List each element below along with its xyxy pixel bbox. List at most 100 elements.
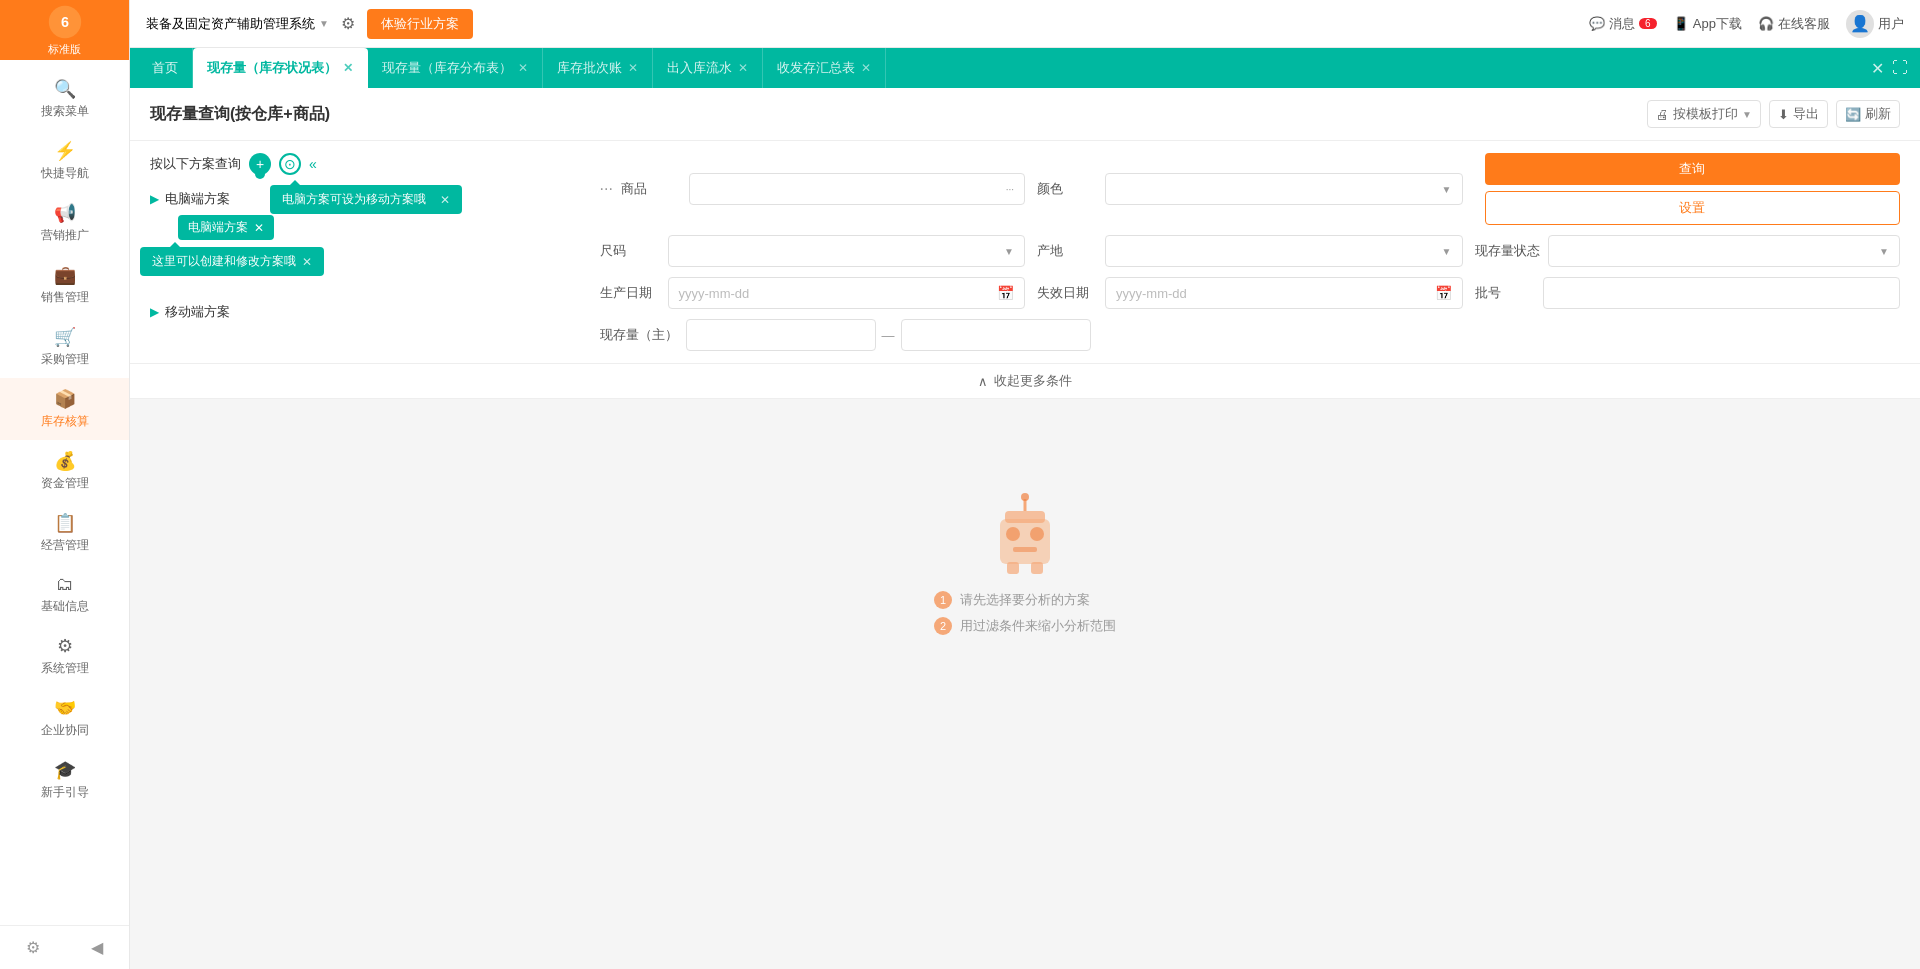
online-support-btn[interactable]: 🎧 在线客服	[1758, 15, 1830, 33]
sidebar-item-label: 新手引导	[41, 784, 89, 801]
filter-stock-status-select[interactable]: ▼	[1548, 235, 1901, 267]
sidebar-item-purchase[interactable]: 🛒 采购管理	[0, 316, 129, 378]
filter-header: 按以下方案查询 + ⊙ « 电脑方案可设为移动方案哦 ✕	[150, 153, 584, 175]
sidebar-item-stock[interactable]: 📦 库存核算	[0, 378, 129, 440]
collapse-sidebar-btn[interactable]: ◀	[91, 938, 103, 957]
message-icon: 💬	[1589, 16, 1605, 31]
scheme-tooltip-close-btn[interactable]: ✕	[440, 193, 450, 207]
close-tab-inout-flow[interactable]: ✕	[738, 61, 748, 75]
filter-stock-status: 现存量状态 ▼	[1475, 235, 1901, 267]
filter-label: 按以下方案查询	[150, 155, 241, 173]
filter-stock-main-min[interactable]	[686, 319, 876, 351]
sidebar-item-search[interactable]: 🔍 搜索菜单	[0, 68, 129, 130]
scheme-edit-tooltip-box: 这里可以创建和修改方案哦 ✕	[140, 247, 324, 276]
close-tab-recv-summary[interactable]: ✕	[861, 61, 871, 75]
system-name-select[interactable]: 装备及固定资产辅助管理系统 ▼	[146, 15, 329, 33]
production-date-placeholder: yyyy-mm-dd	[679, 286, 750, 301]
stock-dist-tab-label: 现存量（库存分布表）	[382, 59, 512, 77]
sidebar-item-finance[interactable]: 💰 资金管理	[0, 440, 129, 502]
filter-stock-main-max[interactable]	[901, 319, 1091, 351]
sidebar-item-label: 库存核算	[41, 413, 89, 430]
production-date-calendar-icon[interactable]: 📅	[997, 285, 1014, 301]
empty-tip-2: 2 用过滤条件来缩小分析范围	[934, 617, 1116, 635]
tab-stock-status[interactable]: 现存量（库存状况表） ✕	[193, 48, 368, 88]
filter-stock-main-label: 现存量（主）	[600, 326, 678, 344]
refresh-icon: 🔄	[1845, 107, 1861, 122]
tab-stock-batch[interactable]: 库存批次账 ✕	[543, 48, 653, 88]
sidebar-item-basic[interactable]: 🗂 基础信息	[0, 564, 129, 625]
tab-stock-dist[interactable]: 现存量（库存分布表） ✕	[368, 48, 543, 88]
collapse-bar[interactable]: ∧ 收起更多条件	[130, 364, 1920, 399]
app-download-btn[interactable]: 📱 App下载	[1673, 15, 1742, 33]
collapse-bar-label: 收起更多条件	[994, 372, 1072, 390]
filter-goods-select[interactable]: ···	[689, 173, 1025, 205]
active-scheme-close-btn[interactable]: ✕	[254, 221, 264, 235]
page-title: 现存量查询(按仓库+商品)	[150, 104, 330, 125]
sidebar-item-sales[interactable]: 💼 销售管理	[0, 254, 129, 316]
filter-origin: 产地 ▼	[1037, 235, 1463, 267]
template-print-btn[interactable]: 🖨 按模板打印 ▼	[1647, 100, 1761, 128]
filter-production-date: 生产日期 yyyy-mm-dd 📅	[600, 277, 1026, 309]
sidebar-item-label: 企业协同	[41, 722, 89, 739]
close-tab-stock-batch[interactable]: ✕	[628, 61, 638, 75]
refresh-btn[interactable]: 🔄 刷新	[1836, 100, 1900, 128]
close-tab-stock-dist[interactable]: ✕	[518, 61, 528, 75]
filter-color: 颜色 ▼	[1037, 173, 1463, 205]
page-actions: 🖨 按模板打印 ▼ ⬇ 导出 🔄 刷新	[1647, 100, 1900, 128]
user-btn[interactable]: 👤 用户	[1846, 10, 1904, 38]
sidebar-footer: ⚙ ◀	[0, 925, 129, 969]
filter-goods: ··· 商品 ···	[600, 173, 1026, 205]
messages-btn[interactable]: 💬 消息 6	[1589, 15, 1657, 33]
inout-flow-tab-label: 出入库流水	[667, 59, 732, 77]
close-all-tabs-btn[interactable]: ✕	[1871, 59, 1884, 78]
fullscreen-btn[interactable]: ⛶	[1892, 59, 1908, 77]
filter-color-select[interactable]: ▼	[1105, 173, 1463, 205]
copy-scheme-btn[interactable]: ⊙	[279, 153, 301, 175]
tab-inout-flow[interactable]: 出入库流水 ✕	[653, 48, 763, 88]
active-scheme-tag[interactable]: 电脑端方案 ✕	[178, 215, 274, 240]
tab-home[interactable]: 首页	[138, 48, 193, 88]
svg-text:6: 6	[60, 14, 68, 30]
set-btn[interactable]: 设置	[1485, 191, 1901, 225]
filter-expiry-date-input[interactable]: yyyy-mm-dd 📅	[1105, 277, 1463, 309]
scheme-edit-tooltip-close-btn[interactable]: ✕	[302, 255, 312, 269]
settings-footer-btn[interactable]: ⚙	[26, 938, 40, 957]
sidebar-item-system[interactable]: ⚙ 系统管理	[0, 625, 129, 687]
filter-batch-input[interactable]	[1543, 277, 1901, 309]
guide-icon: 🎓	[54, 759, 76, 781]
export-btn[interactable]: ⬇ 导出	[1769, 100, 1828, 128]
svg-point-8	[1021, 493, 1029, 501]
filter-production-date-input[interactable]: yyyy-mm-dd 📅	[668, 277, 1026, 309]
filter-origin-select[interactable]: ▼	[1105, 235, 1463, 267]
system-icon: ⚙	[57, 635, 73, 657]
sidebar-item-management[interactable]: 📋 经营管理	[0, 502, 129, 564]
filter-batch: 批号	[1475, 277, 1901, 309]
topbar-settings-btn[interactable]: ⚙	[341, 14, 355, 33]
sidebar-item-marketing[interactable]: 📢 营销推广	[0, 192, 129, 254]
print-arrow-icon: ▼	[1742, 109, 1752, 120]
svg-rect-2	[1000, 519, 1050, 564]
filter-production-date-label: 生产日期	[600, 284, 660, 302]
filter-dots-goods[interactable]: ···	[600, 180, 613, 198]
close-tab-stock-status[interactable]: ✕	[343, 61, 353, 75]
app-logo: 6 标准版	[0, 0, 129, 60]
stock-status-tab-label: 现存量（库存状况表）	[207, 59, 337, 77]
back-scheme-btn[interactable]: «	[309, 156, 317, 172]
sidebar-item-label: 基础信息	[41, 598, 89, 615]
collapse-up-icon: ∧	[978, 374, 988, 389]
sidebar-item-enterprise[interactable]: 🤝 企业协同	[0, 687, 129, 749]
scheme-tooltip-box: 电脑方案可设为移动方案哦 ✕	[270, 185, 462, 214]
finance-icon: 💰	[54, 450, 76, 472]
expiry-date-calendar-icon[interactable]: 📅	[1435, 285, 1452, 301]
print-icon: 🖨	[1656, 107, 1669, 122]
tab-recv-summary[interactable]: 收发存汇总表 ✕	[763, 48, 886, 88]
trial-btn[interactable]: 体验行业方案	[367, 9, 473, 39]
search-btn[interactable]: 查询	[1485, 153, 1901, 185]
filter-section: 按以下方案查询 + ⊙ « 电脑方案可设为移动方案哦 ✕	[130, 141, 1920, 364]
sidebar-item-guide[interactable]: 🎓 新手引导	[0, 749, 129, 811]
filter-expiry-date: 失效日期 yyyy-mm-dd 📅	[1037, 277, 1463, 309]
sidebar-item-nav[interactable]: ⚡ 快捷导航	[0, 130, 129, 192]
scheme-mobile-node[interactable]: ▶ 移动端方案	[150, 300, 584, 324]
search-icon: 🔍	[54, 78, 76, 100]
filter-size-select[interactable]: ▼	[668, 235, 1026, 267]
